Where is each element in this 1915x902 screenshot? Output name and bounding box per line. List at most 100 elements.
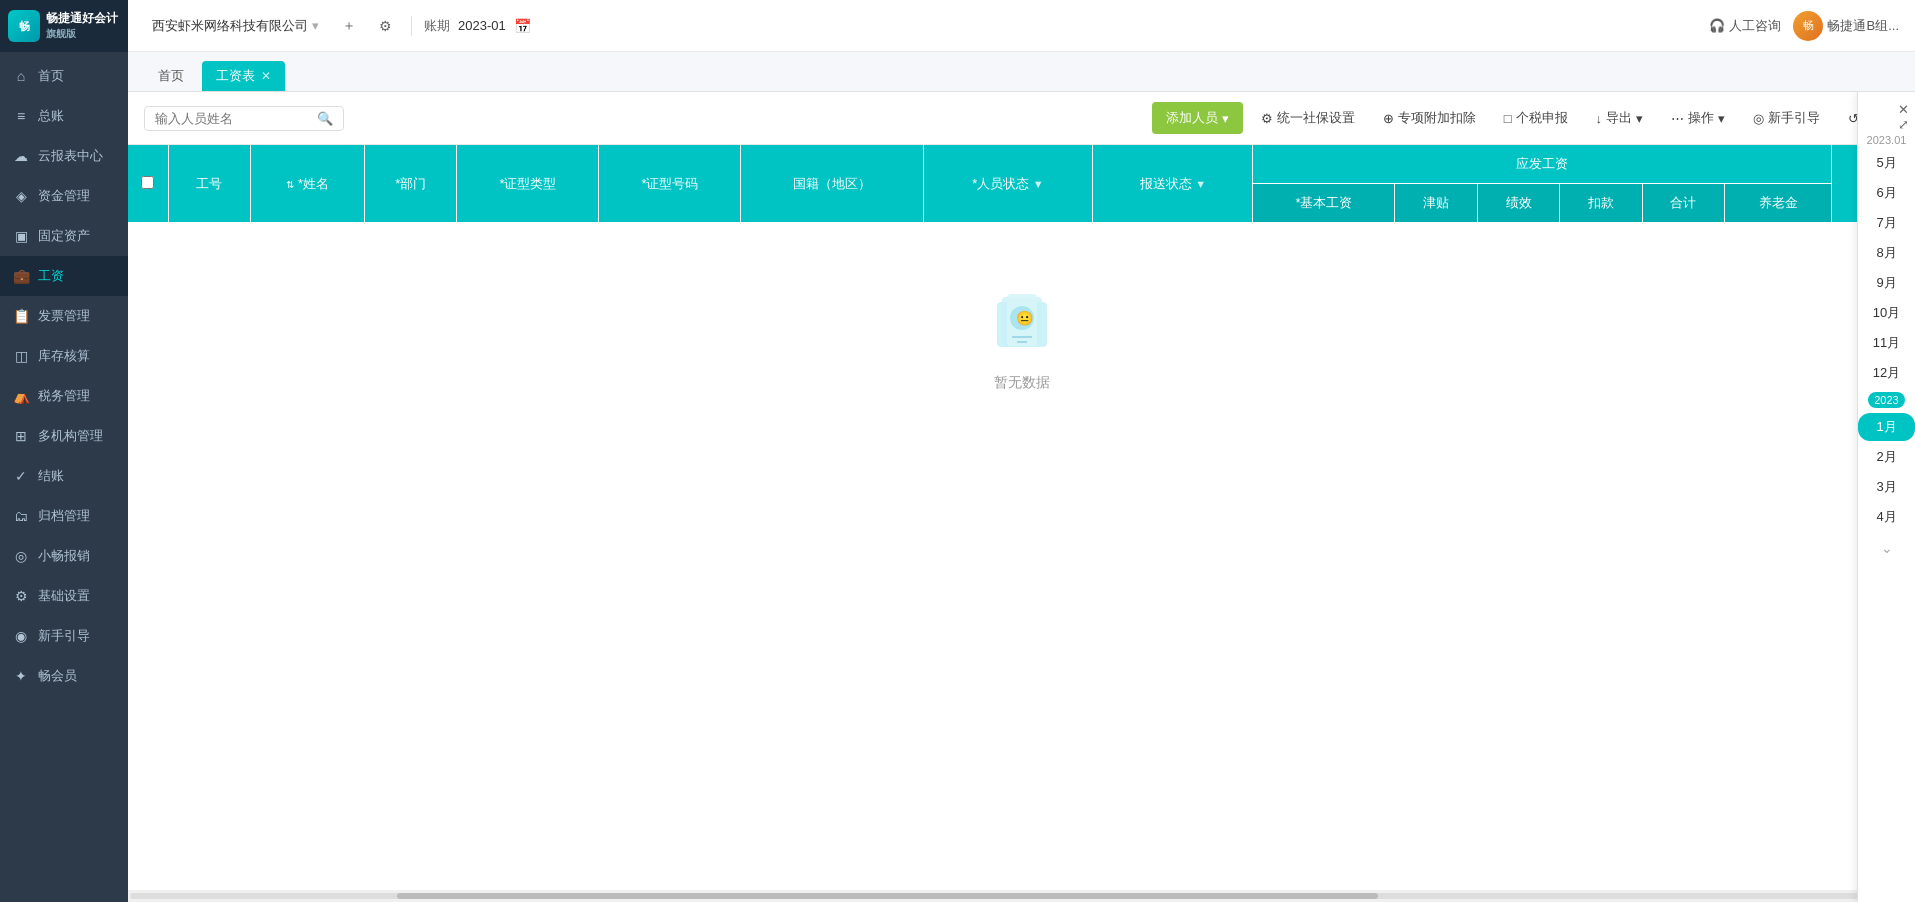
operations-button[interactable]: ⋯ 操作 ▾ [1661, 103, 1735, 133]
tab-salary-table[interactable]: 工资表 ✕ [202, 61, 285, 91]
search-input[interactable] [155, 111, 311, 126]
month-4-2023[interactable]: 4月 [1858, 503, 1915, 531]
guide-icon: ◉ [12, 628, 30, 644]
th-payroll-group: 应发工资 [1253, 145, 1832, 184]
export-label: 导出 [1606, 109, 1632, 127]
sidebar-item-ledger[interactable]: ≡ 总账 [0, 96, 128, 136]
horizontal-scrollbar[interactable] [128, 890, 1915, 902]
panel-close-button[interactable]: ✕ [1858, 96, 1915, 117]
company-name: 西安虾米网络科技有限公司 [152, 17, 308, 35]
select-all-checkbox[interactable] [141, 176, 154, 189]
settings-icon: ⚙ [12, 588, 30, 604]
period-label: 账期 [424, 17, 450, 35]
period-display: 2023.01 [1858, 132, 1915, 148]
right-date-panel: ✕ ⤢ 2023.01 5月 6月 7月 8月 9月 10月 11月 12月 2… [1857, 92, 1915, 902]
chevron-down-icon: ▾ [1718, 111, 1725, 126]
company-selector[interactable]: 西安虾米网络科技有限公司 ▾ [144, 13, 327, 39]
sidebar-item-settle[interactable]: ✓ 结账 [0, 456, 128, 496]
special-deduction-button[interactable]: ⊕ 专项附加扣除 [1373, 103, 1486, 133]
sidebar-item-label: 畅会员 [38, 667, 77, 685]
sidebar-item-guide[interactable]: ◉ 新手引导 [0, 616, 128, 656]
month-9[interactable]: 9月 [1858, 269, 1915, 297]
sidebar-item-expense[interactable]: ◎ 小畅报销 [0, 536, 128, 576]
panel-nav-down[interactable]: ⌄ [1877, 536, 1897, 560]
operations-icon: ⋯ [1671, 111, 1684, 126]
sidebar-item-multi-org[interactable]: ⊞ 多机构管理 [0, 416, 128, 456]
support-button[interactable]: 🎧 人工咨询 [1709, 17, 1781, 35]
filter-icon-2: ▼ [1195, 178, 1206, 190]
sidebar-item-label: 资金管理 [38, 187, 90, 205]
sidebar-item-member[interactable]: ✦ 畅会员 [0, 656, 128, 696]
month-2-2023[interactable]: 2月 [1858, 443, 1915, 471]
sidebar-nav: ⌂ 首页 ≡ 总账 ☁ 云报表中心 ◈ 资金管理 ▣ 固定资产 💼 工资 📋 发… [0, 52, 128, 902]
social-security-button[interactable]: ⚙ 统一社保设置 [1251, 103, 1365, 133]
tax-icon: ⛺ [12, 388, 30, 404]
search-icon: 🔍 [317, 111, 333, 126]
headset-icon: 🎧 [1709, 18, 1725, 33]
sidebar-item-label: 多机构管理 [38, 427, 103, 445]
guide-icon: ◎ [1753, 111, 1764, 126]
sidebar-item-inventory[interactable]: ◫ 库存核算 [0, 336, 128, 376]
sidebar-item-salary[interactable]: 💼 工资 [0, 256, 128, 296]
sidebar-item-label: 小畅报销 [38, 547, 90, 565]
empty-state: 😐 暂无数据 [128, 222, 1915, 452]
sidebar-item-tax[interactable]: ⛺ 税务管理 [0, 376, 128, 416]
th-total: 合计 [1642, 184, 1724, 223]
th-id-number: *证型号码 [599, 145, 741, 222]
sidebar-item-settings[interactable]: ⚙ 基础设置 [0, 576, 128, 616]
sidebar-item-cloud-report[interactable]: ☁ 云报表中心 [0, 136, 128, 176]
th-name: ⇅ *姓名 [250, 145, 364, 222]
tax-declaration-button[interactable]: □ 个税申报 [1494, 103, 1578, 133]
add-company-button[interactable]: ＋ [335, 12, 363, 40]
month-11[interactable]: 11月 [1858, 329, 1915, 357]
month-7[interactable]: 7月 [1858, 209, 1915, 237]
sidebar-item-fixed-assets[interactable]: ▣ 固定资产 [0, 216, 128, 256]
scrollbar-thumb[interactable] [397, 893, 1378, 899]
archive-icon: 🗂 [12, 508, 30, 524]
month-8[interactable]: 8月 [1858, 239, 1915, 267]
sidebar-item-label: 归档管理 [38, 507, 90, 525]
expense-icon: ◎ [12, 548, 30, 564]
ledger-icon: ≡ [12, 108, 30, 124]
logo-title: 畅捷通好会计 [46, 11, 118, 27]
th-deduction: 扣款 [1560, 184, 1642, 223]
panel-expand[interactable]: ⤢ [1858, 117, 1915, 132]
export-button[interactable]: ↓ 导出 ▾ [1586, 103, 1654, 133]
month-10[interactable]: 10月 [1858, 299, 1915, 327]
salary-table: 工号 ⇅ *姓名 *部门 *证型类型 *证型号码 国籍（地区） *人员状态 ▼ [128, 145, 1915, 222]
chevron-down-icon: ▾ [1636, 111, 1643, 126]
sidebar-item-fund[interactable]: ◈ 资金管理 [0, 176, 128, 216]
assets-icon: ▣ [12, 228, 30, 244]
export-icon: ↓ [1596, 111, 1603, 126]
sidebar-item-label: 云报表中心 [38, 147, 103, 165]
th-job-number: 工号 [168, 145, 250, 222]
toolbar: 🔍 添加人员 ▾ ⚙ 统一社保设置 ⊕ 专项附加扣除 [128, 92, 1915, 145]
month-5[interactable]: 5月 [1858, 149, 1915, 177]
month-12[interactable]: 12月 [1858, 359, 1915, 387]
sidebar-item-label: 新手引导 [38, 627, 90, 645]
month-3-2023[interactable]: 3月 [1858, 473, 1915, 501]
guide-button[interactable]: ◎ 新手引导 [1743, 103, 1830, 133]
chevron-down-icon: ▾ [1222, 111, 1229, 126]
sidebar-item-home[interactable]: ⌂ 首页 [0, 56, 128, 96]
logo-subtitle: 旗舰版 [46, 27, 118, 41]
search-box[interactable]: 🔍 [144, 106, 344, 131]
tab-home[interactable]: 首页 [144, 61, 198, 91]
fund-icon: ◈ [12, 188, 30, 204]
th-performance: 绩效 [1477, 184, 1559, 223]
month-1-2023[interactable]: 1月 [1858, 413, 1915, 441]
month-6[interactable]: 6月 [1858, 179, 1915, 207]
settings-button[interactable]: ⚙ [371, 12, 399, 40]
logo-text-block: 畅捷通好会计 旗舰版 [46, 11, 118, 41]
close-icon[interactable]: ✕ [261, 69, 271, 83]
add-person-button[interactable]: 添加人员 ▾ [1152, 102, 1243, 134]
sidebar-item-invoice[interactable]: 📋 发票管理 [0, 296, 128, 336]
sidebar-item-archive[interactable]: 🗂 归档管理 [0, 496, 128, 536]
calendar-icon[interactable]: 📅 [514, 18, 531, 34]
content-area: 🔍 添加人员 ▾ ⚙ 统一社保设置 ⊕ 专项附加扣除 [128, 92, 1915, 902]
filter-icon: ▼ [1033, 178, 1044, 190]
user-menu[interactable]: 畅 畅捷通B组... [1793, 11, 1899, 41]
main-area: 西安虾米网络科技有限公司 ▾ ＋ ⚙ 账期 2023-01 📅 🎧 人工咨询 畅… [128, 0, 1915, 902]
guide-label: 新手引导 [1768, 109, 1820, 127]
th-department: *部门 [365, 145, 457, 222]
